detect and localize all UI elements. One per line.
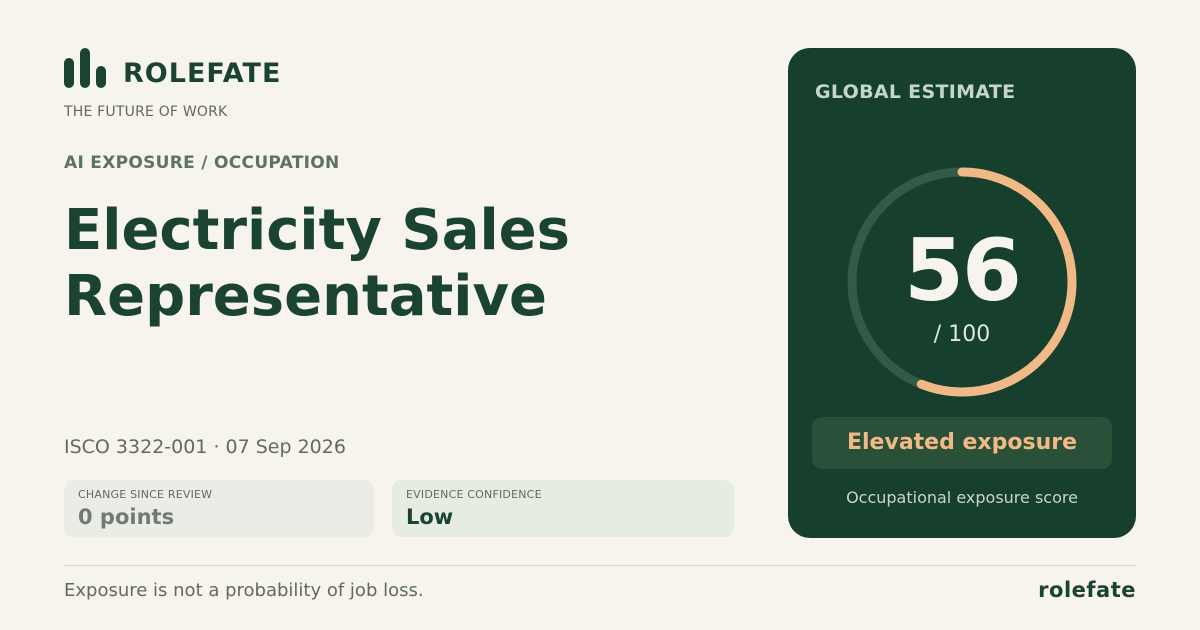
score-caption: Occupational exposure score [846,488,1078,507]
confidence-stat-label: EVIDENCE CONFIDENCE [406,488,542,501]
occupation-title-line2: Representative [64,264,547,329]
occupation-meta: ISCO 3322-001 · 07 Sep 2026 [64,436,346,458]
occupation-title-line1: Electricity Sales [64,198,570,263]
footer-disclaimer: Exposure is not a probability of job los… [64,580,424,601]
section-eyebrow: AI EXPOSURE / OCCUPATION [64,153,340,173]
brand-tagline: THE FUTURE OF WORK [64,104,228,120]
exposure-level-badge: Elevated exposure [812,417,1112,469]
global-estimate-panel: GLOBAL ESTIMATE 56 / 100 Elevated exposu… [788,48,1136,538]
footer-divider [64,565,1136,566]
panel-label: GLOBAL ESTIMATE [815,81,1016,103]
footer-brand: rolefate [1038,578,1136,602]
brand-name: ROLEFATE [123,58,282,89]
change-stat-card: CHANGE SINCE REVIEW 0 points [64,480,374,537]
bar-chart-icon [64,48,106,88]
change-stat-label: CHANGE SINCE REVIEW [78,488,213,501]
confidence-stat-card: EVIDENCE CONFIDENCE Low [392,480,734,537]
brand-logo: ROLEFATE [64,48,280,89]
confidence-stat-value: Low [406,505,454,529]
score-max: / 100 [933,322,991,347]
share-card: ROLEFATE THE FUTURE OF WORK AI EXPOSURE … [0,0,1200,630]
change-stat-value: 0 points [78,505,175,529]
occupation-title: Electricity Sales Representative [64,198,704,330]
score-value: 56 [904,221,1022,321]
